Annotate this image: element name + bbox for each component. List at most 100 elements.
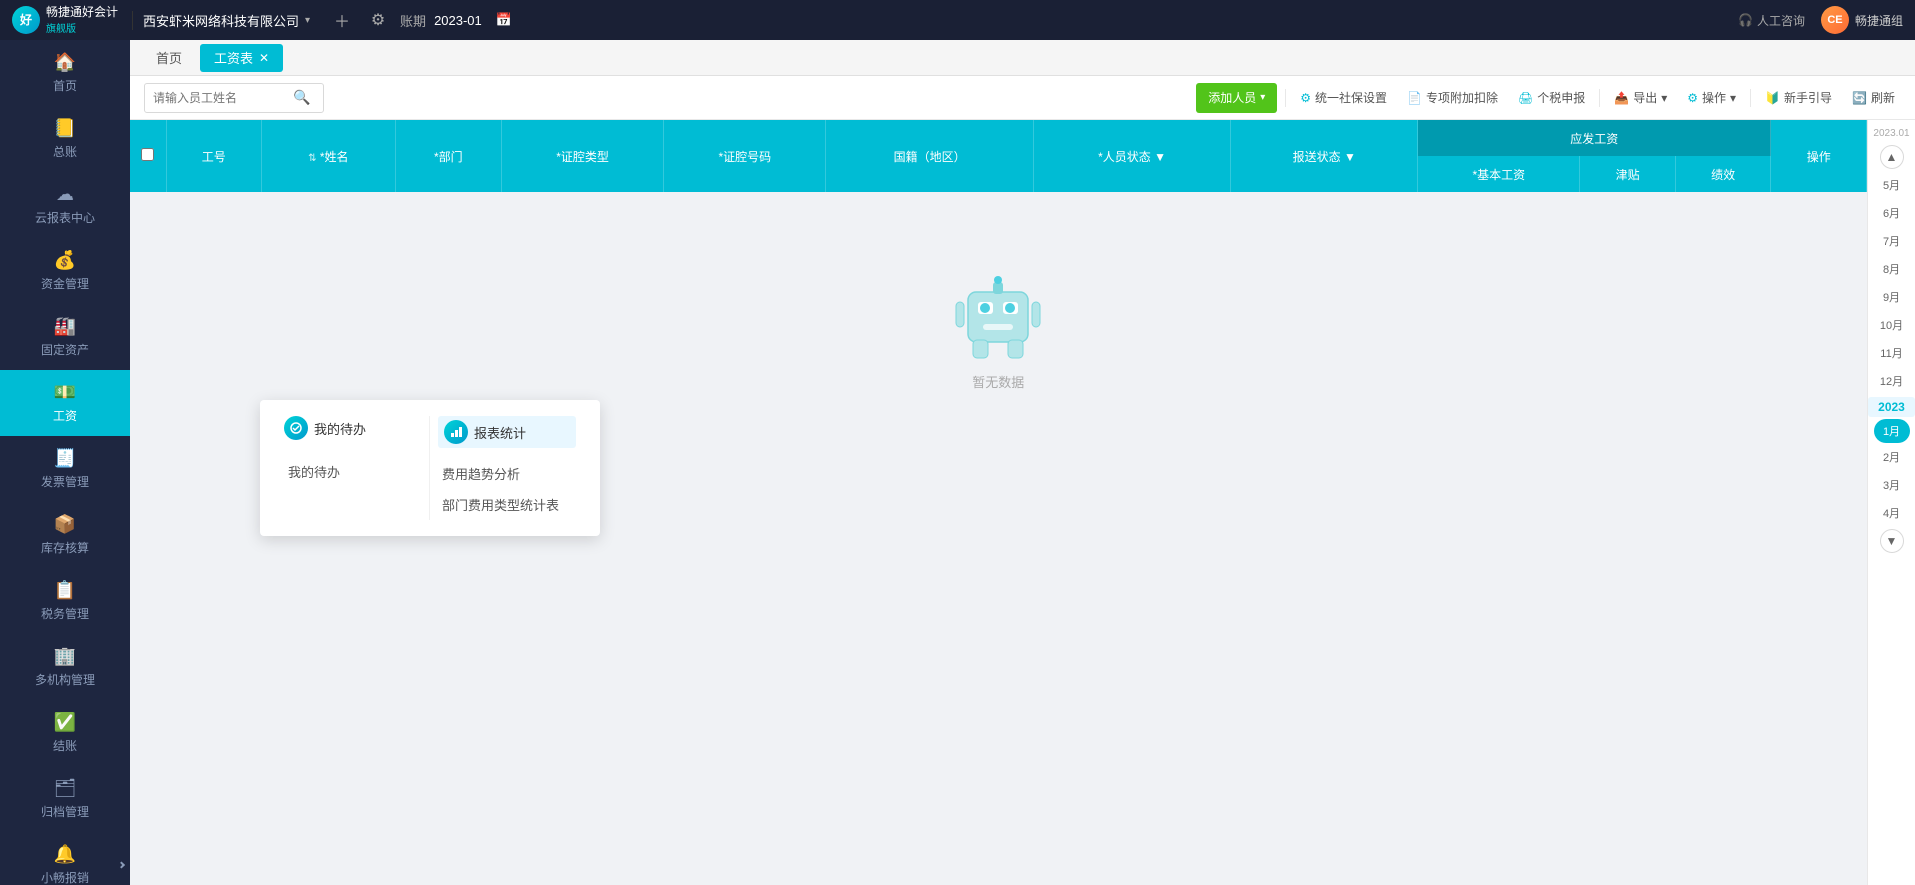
export-btn[interactable]: 📤 导出 ▾ (1608, 89, 1673, 106)
tax-declaration-label: 个税申报 (1537, 89, 1585, 106)
operation-dropdown-icon: ▾ (1730, 91, 1736, 105)
filter-icon-report[interactable]: ▼ (1344, 150, 1356, 164)
operation-btn[interactable]: ⚙ 操作 ▾ (1681, 89, 1742, 106)
col-person-status: *人员状态 ▼ (1033, 120, 1231, 192)
sidebar-item-ledger[interactable]: 📒 总账 (0, 106, 130, 172)
tab-close-icon[interactable]: ✕ (259, 51, 269, 65)
fund-icon: 💰 (54, 250, 76, 271)
toolbar-right: 添加人员 ▾ ⚙ 统一社保设置 📄 专项附加扣除 🖨 个税申报 (1196, 83, 1901, 113)
header-right: 🎧 人工咨询 CE 畅捷通组 (1738, 6, 1903, 34)
sidebar-item-tax[interactable]: 📋 税务管理 (0, 568, 130, 634)
refresh-btn[interactable]: 🔄 刷新 (1846, 89, 1901, 106)
new-guide-btn[interactable]: 🔰 新手引导 (1759, 89, 1838, 106)
add-person-label: 添加人员 (1208, 89, 1256, 106)
social-insurance-label: 统一社保设置 (1315, 89, 1387, 106)
customer-service-btn[interactable]: 🎧 人工咨询 (1738, 12, 1805, 29)
month-item-9[interactable]: 9月 (1868, 283, 1915, 311)
month-item-10[interactable]: 10月 (1868, 311, 1915, 339)
special-deduct-btn[interactable]: 📄 专项附加扣除 (1401, 89, 1504, 106)
month-item-12[interactable]: 12月 (1868, 367, 1915, 395)
month-item-8[interactable]: 8月 (1868, 255, 1915, 283)
toolbar-divider-2 (1599, 89, 1600, 107)
cloud-icon: ☁ (56, 184, 74, 205)
col-payable-group: 应发工资 (1418, 120, 1771, 156)
year-label-2023: 2023 (1868, 397, 1915, 417)
month-nav-down[interactable]: ▼ (1880, 529, 1904, 553)
top-header: 好 畅捷通好会计 旗舰版 西安虾米网络科技有限公司 ▾ ＋ ⚙ 账期 2023-… (0, 0, 1915, 40)
sidebar-label-cloud-report: 云报表中心 (35, 209, 95, 226)
sidebar-label-tax: 税务管理 (41, 605, 89, 622)
settings-icon-btn[interactable]: ⚙ (364, 6, 392, 34)
calendar-icon[interactable]: 📅 (490, 6, 518, 34)
sidebar-item-invoice[interactable]: 🧾 发票管理 (0, 436, 130, 502)
search-icon[interactable]: 🔍 (293, 89, 310, 106)
empty-icon (948, 272, 1048, 362)
sidebar-item-cloud-report[interactable]: ☁ 云报表中心 (0, 172, 130, 238)
sidebar-item-multi-org[interactable]: 🏢 多机构管理 (0, 634, 130, 700)
operation-label: 操作 (1702, 89, 1726, 106)
period-value[interactable]: 2023-01 (434, 13, 482, 28)
chevron-down-icon: ▾ (305, 15, 310, 26)
month-nav-up[interactable]: ▲ (1880, 145, 1904, 169)
tax-icon: 📋 (54, 580, 76, 601)
popup-menu: 我的待办 我的待办 (260, 400, 600, 536)
add-icon-btn[interactable]: ＋ (328, 6, 356, 34)
company-selector[interactable]: 西安虾米网络科技有限公司 ▾ (132, 11, 320, 30)
export-label: 导出 (1633, 89, 1657, 106)
sidebar-item-fund[interactable]: 💰 资金管理 (0, 238, 130, 304)
logo-icon: 好 (12, 6, 40, 34)
popup-item-dept-cost[interactable]: 部门费用类型统计表 (438, 489, 576, 520)
col-name: ⇅ *姓名 (262, 120, 396, 192)
sidebar-item-payroll[interactable]: 💵 工资 (0, 370, 130, 436)
empty-text: 暂无数据 (972, 372, 1024, 391)
inventory-icon: 📦 (54, 514, 76, 535)
month-item-11[interactable]: 11月 (1868, 339, 1915, 367)
home-icon: 🏠 (54, 52, 76, 73)
sidebar-label-inventory: 库存核算 (41, 539, 89, 556)
sidebar-item-archive[interactable]: 🗂 归档管理 (0, 766, 130, 832)
popup-col-2: 报表统计 费用趋势分析 部门费用类型统计表 (430, 416, 584, 520)
col-checkbox[interactable] (130, 120, 166, 192)
popup-col-1: 我的待办 我的待办 (276, 416, 430, 520)
sidebar-item-fixed-assets[interactable]: 🏭 固定资产 (0, 304, 130, 370)
sidebar-label-archive: 归档管理 (41, 803, 89, 820)
sidebar-item-xiaochang[interactable]: 🔔 小畅报销 (0, 832, 130, 885)
sidebar-item-settlement[interactable]: ✅ 结账 (0, 700, 130, 766)
month-item-2[interactable]: 2月 (1868, 443, 1915, 471)
popup-item-cost-trend[interactable]: 费用趋势分析 (438, 458, 576, 489)
user-info[interactable]: CE 畅捷通组 (1821, 6, 1903, 34)
tax-declaration-btn[interactable]: 🖨 个税申报 (1512, 89, 1591, 106)
social-insurance-btn[interactable]: ⚙ 统一社保设置 (1294, 89, 1393, 106)
tab-home[interactable]: 首页 (142, 44, 196, 72)
settlement-icon: ✅ (54, 712, 76, 733)
archive-icon: 🗂 (54, 778, 77, 799)
sidebar-item-inventory[interactable]: 📦 库存核算 (0, 502, 130, 568)
popup-col1-icon (284, 416, 308, 440)
sidebar-label-multi-org: 多机构管理 (35, 671, 95, 688)
month-item-4[interactable]: 4月 (1868, 499, 1915, 527)
select-all-checkbox[interactable] (141, 148, 154, 161)
month-item-6[interactable]: 6月 (1868, 199, 1915, 227)
search-box: 🔍 (144, 83, 324, 113)
sidebar-item-home[interactable]: 🏠 首页 (0, 40, 130, 106)
month-item-3[interactable]: 3月 (1868, 471, 1915, 499)
tab-payroll-table[interactable]: 工资表 ✕ (200, 44, 283, 72)
col-operation: 操作 (1771, 120, 1867, 192)
special-deduct-label: 专项附加扣除 (1426, 89, 1498, 106)
add-person-button[interactable]: 添加人员 ▾ (1196, 83, 1277, 113)
col-job-number: 工号 (166, 120, 262, 192)
operation-icon: ⚙ (1687, 91, 1698, 105)
ledger-icon: 📒 (54, 118, 76, 139)
month-item-7[interactable]: 7月 (1868, 227, 1915, 255)
search-input[interactable] (153, 91, 293, 105)
month-item-1[interactable]: 1月 (1874, 419, 1910, 443)
tab-payroll-label: 工资表 (214, 48, 253, 67)
new-guide-label: 新手引导 (1784, 89, 1832, 106)
filter-icon-person[interactable]: ▼ (1154, 150, 1166, 164)
popup-item-my-tasks[interactable]: 我的待办 (284, 456, 421, 487)
refresh-icon: 🔄 (1852, 91, 1867, 105)
export-dropdown-icon: ▾ (1661, 91, 1667, 105)
dropdown-arrow-icon: ▾ (1260, 92, 1265, 103)
multi-org-icon: 🏢 (54, 646, 76, 667)
month-item-5[interactable]: 5月 (1868, 171, 1915, 199)
